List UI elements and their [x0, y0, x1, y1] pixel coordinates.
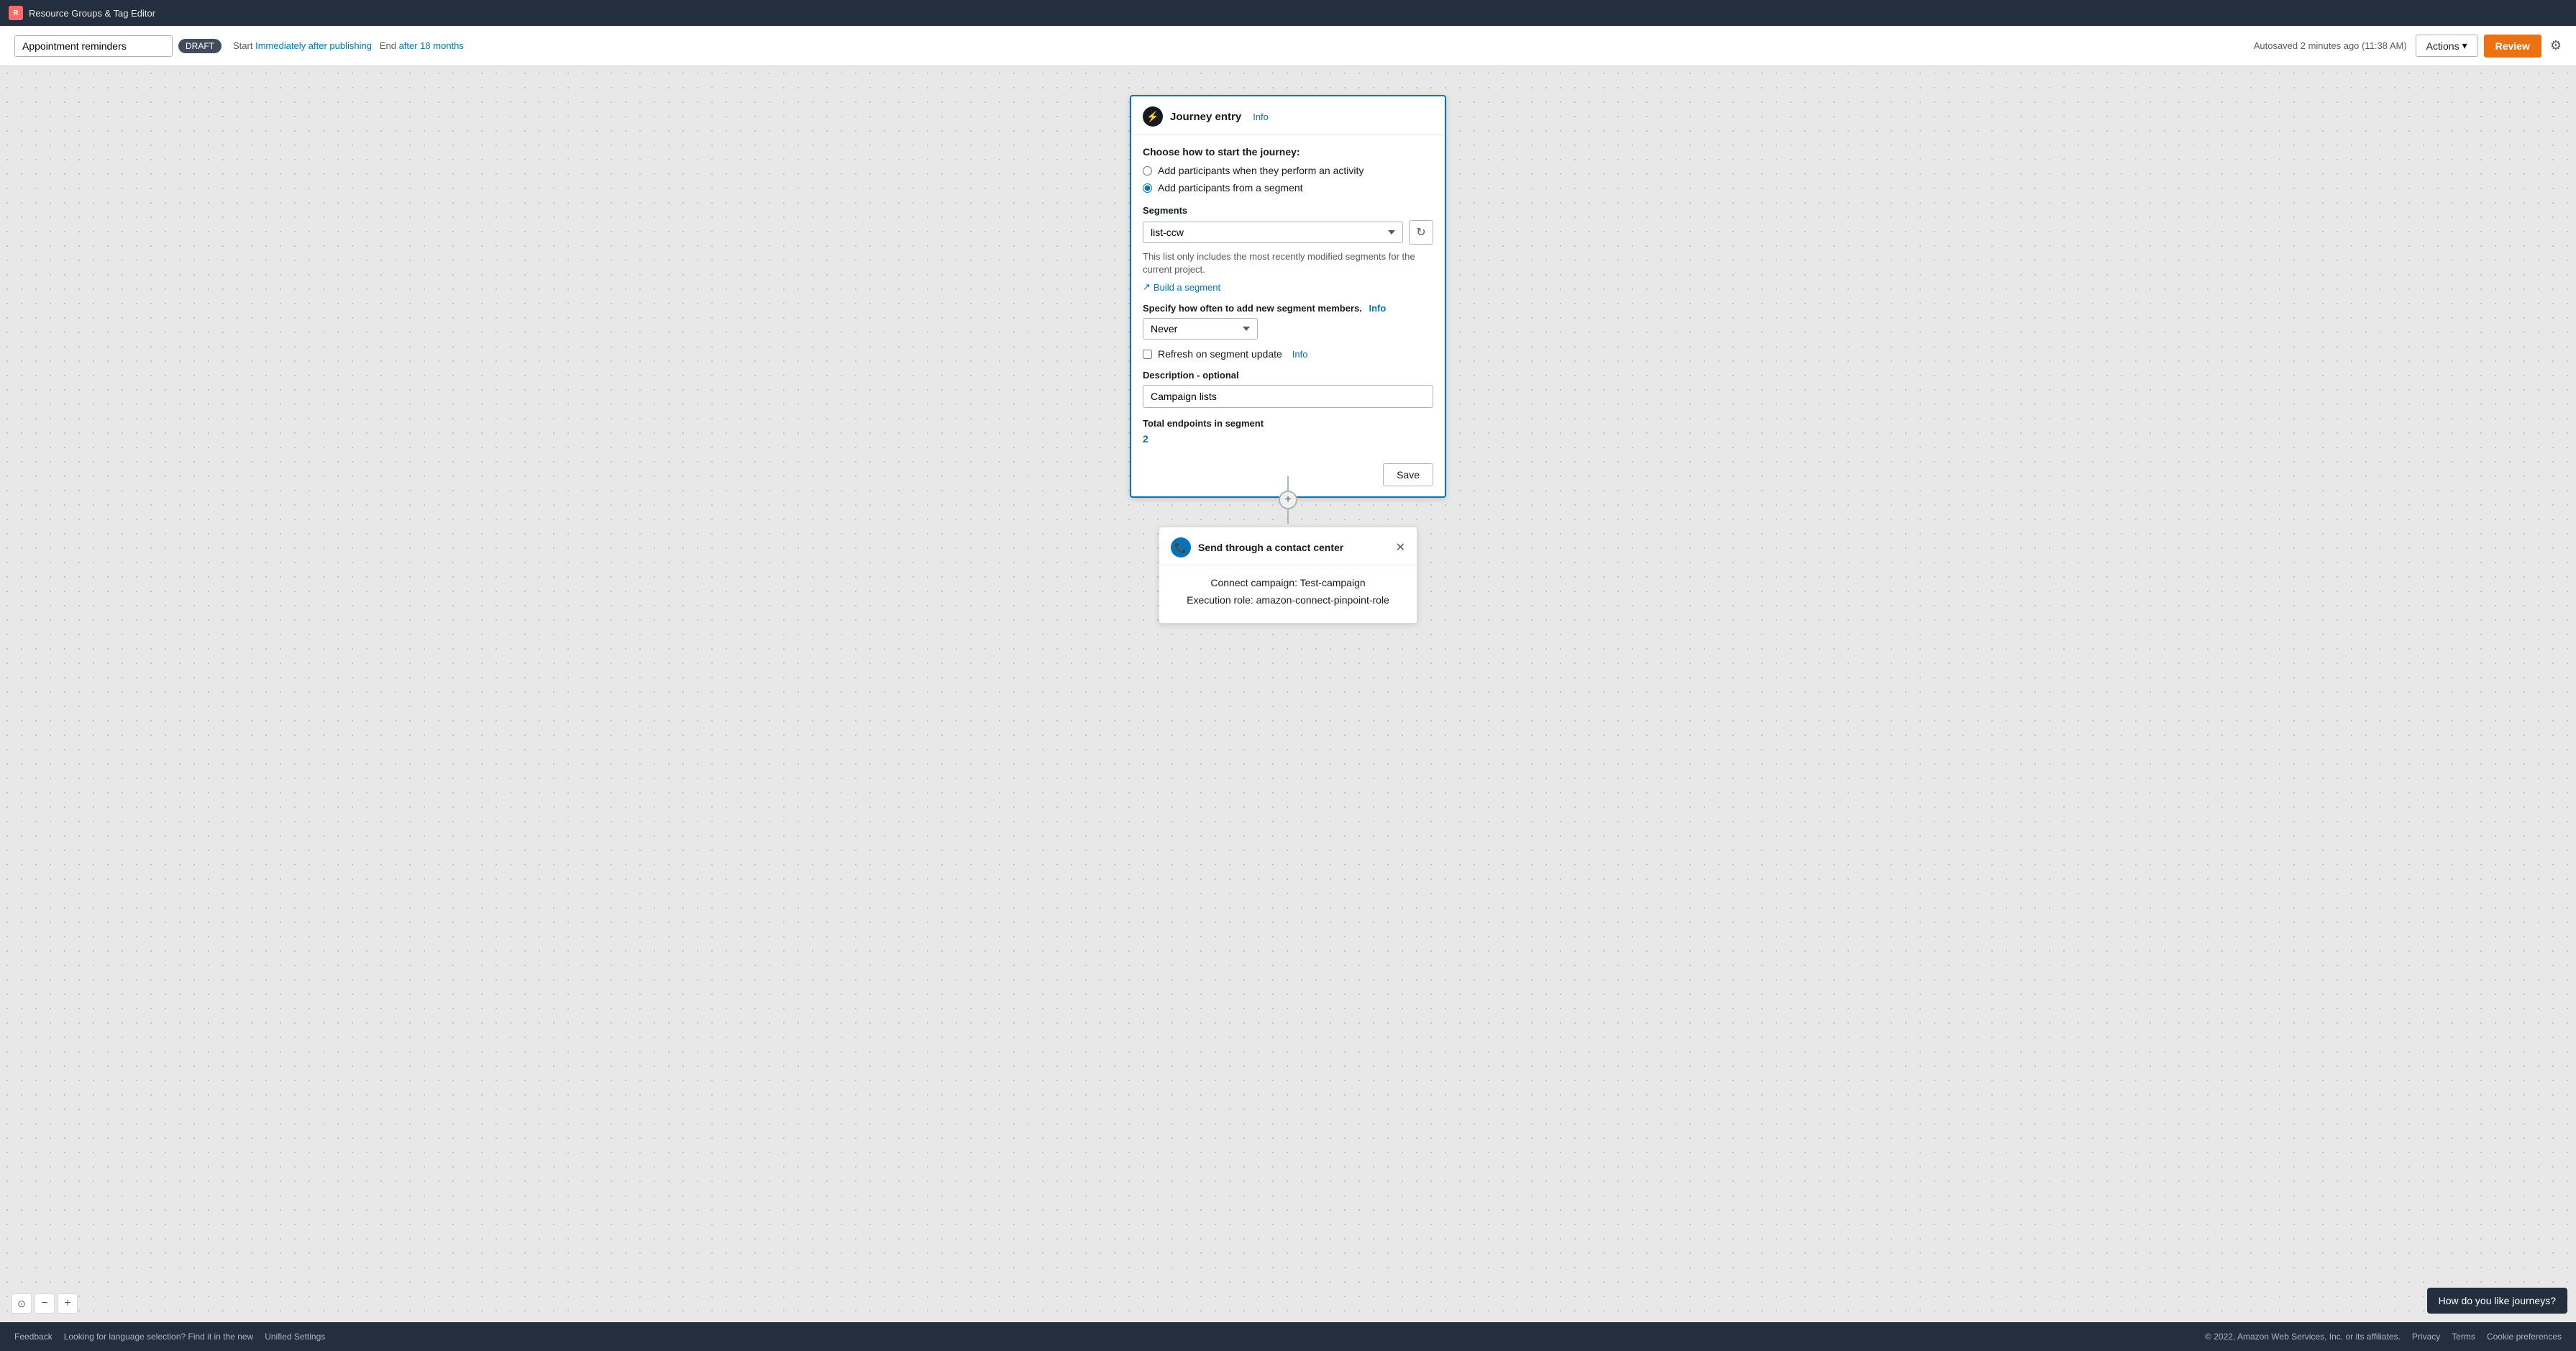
how-often-info-link[interactable]: Info: [1369, 303, 1386, 314]
external-link-icon: ↗: [1143, 281, 1151, 293]
zoom-target-button[interactable]: ⊙: [12, 1293, 32, 1314]
top-bar: R Resource Groups & Tag Editor: [0, 0, 2576, 26]
refresh-icon: ↻: [1416, 225, 1425, 240]
refresh-checkbox-row: Refresh on segment update Info: [1143, 348, 1433, 360]
journey-entry-card: ⚡ Journey entry Info Choose how to start…: [1130, 95, 1446, 498]
cc-close-button[interactable]: ✕: [1396, 540, 1405, 555]
chevron-down-icon: ▾: [2462, 40, 2467, 52]
radio-option-segment[interactable]: Add participants from a segment: [1143, 182, 1433, 194]
refresh-checkbox[interactable]: [1143, 350, 1152, 359]
app-title: Resource Groups & Tag Editor: [29, 8, 155, 19]
copyright-text: © 2022, Amazon Web Services, Inc. or its…: [2205, 1332, 2401, 1342]
description-label: Description - optional: [1143, 370, 1433, 381]
card-header: ⚡ Journey entry Info: [1131, 96, 1445, 135]
feedback-toast: How do you like journeys?: [2427, 1288, 2567, 1314]
cc-body: Connect campaign: Test-campaign Executio…: [1159, 565, 1417, 623]
total-endpoints-value: 2: [1143, 433, 1433, 445]
header-bar: DRAFT Start Immediately after publishing…: [0, 26, 2576, 66]
connector-line-top: [1287, 476, 1289, 491]
segments-field-label: Segments: [1143, 205, 1433, 216]
journey-entry-title: Journey entry: [1170, 111, 1241, 123]
journey-canvas: ⚡ Journey entry Info Choose how to start…: [0, 66, 2576, 1322]
settings-text: Looking for language selection? Find it …: [64, 1332, 254, 1342]
feedback-link[interactable]: Feedback: [14, 1332, 52, 1342]
add-activity-button[interactable]: +: [1279, 491, 1297, 509]
end-link[interactable]: after 18 months: [399, 40, 464, 51]
phone-icon: 📞: [1171, 537, 1191, 558]
cc-header: 📞 Send through a contact center ✕: [1159, 527, 1417, 565]
cc-role: Execution role: amazon-connect-pinpoint-…: [1171, 594, 1405, 606]
total-endpoints-label: Total endpoints in segment: [1143, 418, 1433, 429]
card-body: Choose how to start the journey: Add par…: [1131, 135, 1445, 456]
refresh-checkbox-label: Refresh on segment update: [1158, 348, 1282, 360]
review-button[interactable]: Review: [2484, 35, 2541, 58]
contact-center-card: 📞 Send through a contact center ✕ Connec…: [1159, 527, 1417, 624]
bottom-footer: Feedback Looking for language selection?…: [0, 1322, 2576, 1351]
description-section: Description - optional: [1143, 370, 1433, 408]
autosaved-text: Autosaved 2 minutes ago (11:38 AM): [2254, 40, 2407, 51]
journey-name-input[interactable]: [14, 35, 173, 57]
connector: +: [1279, 476, 1297, 524]
zoom-in-button[interactable]: +: [58, 1293, 78, 1314]
cc-campaign: Connect campaign: Test-campaign: [1171, 577, 1405, 588]
segment-hint-text: This list only includes the most recentl…: [1143, 250, 1433, 276]
connector-line-bottom: [1287, 509, 1289, 524]
radio-segment-label: Add participants from a segment: [1158, 182, 1303, 194]
end-label: End: [380, 40, 396, 51]
how-often-section: Specify how often to add new segment mem…: [1143, 303, 1433, 340]
start-end-info: Start Immediately after publishing End a…: [233, 40, 464, 51]
segment-row: list-ccw ↻: [1143, 220, 1433, 245]
unified-settings-link[interactable]: Unified Settings: [265, 1332, 325, 1342]
radio-activity-label: Add participants when they perform an ac…: [1158, 165, 1364, 176]
app-logo: R: [9, 6, 23, 20]
radio-segment[interactable]: [1143, 183, 1152, 193]
segment-select[interactable]: list-ccw: [1143, 222, 1403, 243]
refresh-button[interactable]: ↻: [1409, 220, 1433, 245]
radio-activity[interactable]: [1143, 166, 1152, 176]
cc-title: Send through a contact center: [1198, 542, 1389, 553]
radio-option-activity[interactable]: Add participants when they perform an ac…: [1143, 165, 1433, 176]
start-link[interactable]: Immediately after publishing: [255, 40, 372, 51]
save-button[interactable]: Save: [1383, 463, 1433, 486]
frequency-select[interactable]: Never: [1143, 318, 1258, 340]
radio-group: Add participants when they perform an ac…: [1143, 165, 1433, 194]
zoom-out-button[interactable]: −: [35, 1293, 55, 1314]
lightning-icon: ⚡: [1143, 106, 1163, 127]
zoom-controls: ⊙ − +: [12, 1293, 78, 1314]
actions-label: Actions: [2426, 40, 2459, 52]
actions-button[interactable]: Actions ▾: [2416, 35, 2478, 57]
refresh-info-link[interactable]: Info: [1292, 349, 1308, 360]
start-label: Start: [233, 40, 252, 51]
how-often-label: Specify how often to add new segment mem…: [1143, 303, 1433, 314]
cookie-preferences-link[interactable]: Cookie preferences: [2487, 1332, 2562, 1342]
privacy-link[interactable]: Privacy: [2412, 1332, 2440, 1342]
settings-icon[interactable]: ⚙: [2550, 38, 2562, 53]
journey-entry-info-link[interactable]: Info: [1253, 112, 1269, 122]
draft-badge: DRAFT: [178, 39, 221, 53]
choose-label: Choose how to start the journey:: [1143, 146, 1433, 158]
build-segment-link[interactable]: ↗ Build a segment: [1143, 281, 1220, 293]
terms-link[interactable]: Terms: [2452, 1332, 2475, 1342]
description-input[interactable]: [1143, 385, 1433, 408]
total-endpoints-section: Total endpoints in segment 2: [1143, 418, 1433, 445]
